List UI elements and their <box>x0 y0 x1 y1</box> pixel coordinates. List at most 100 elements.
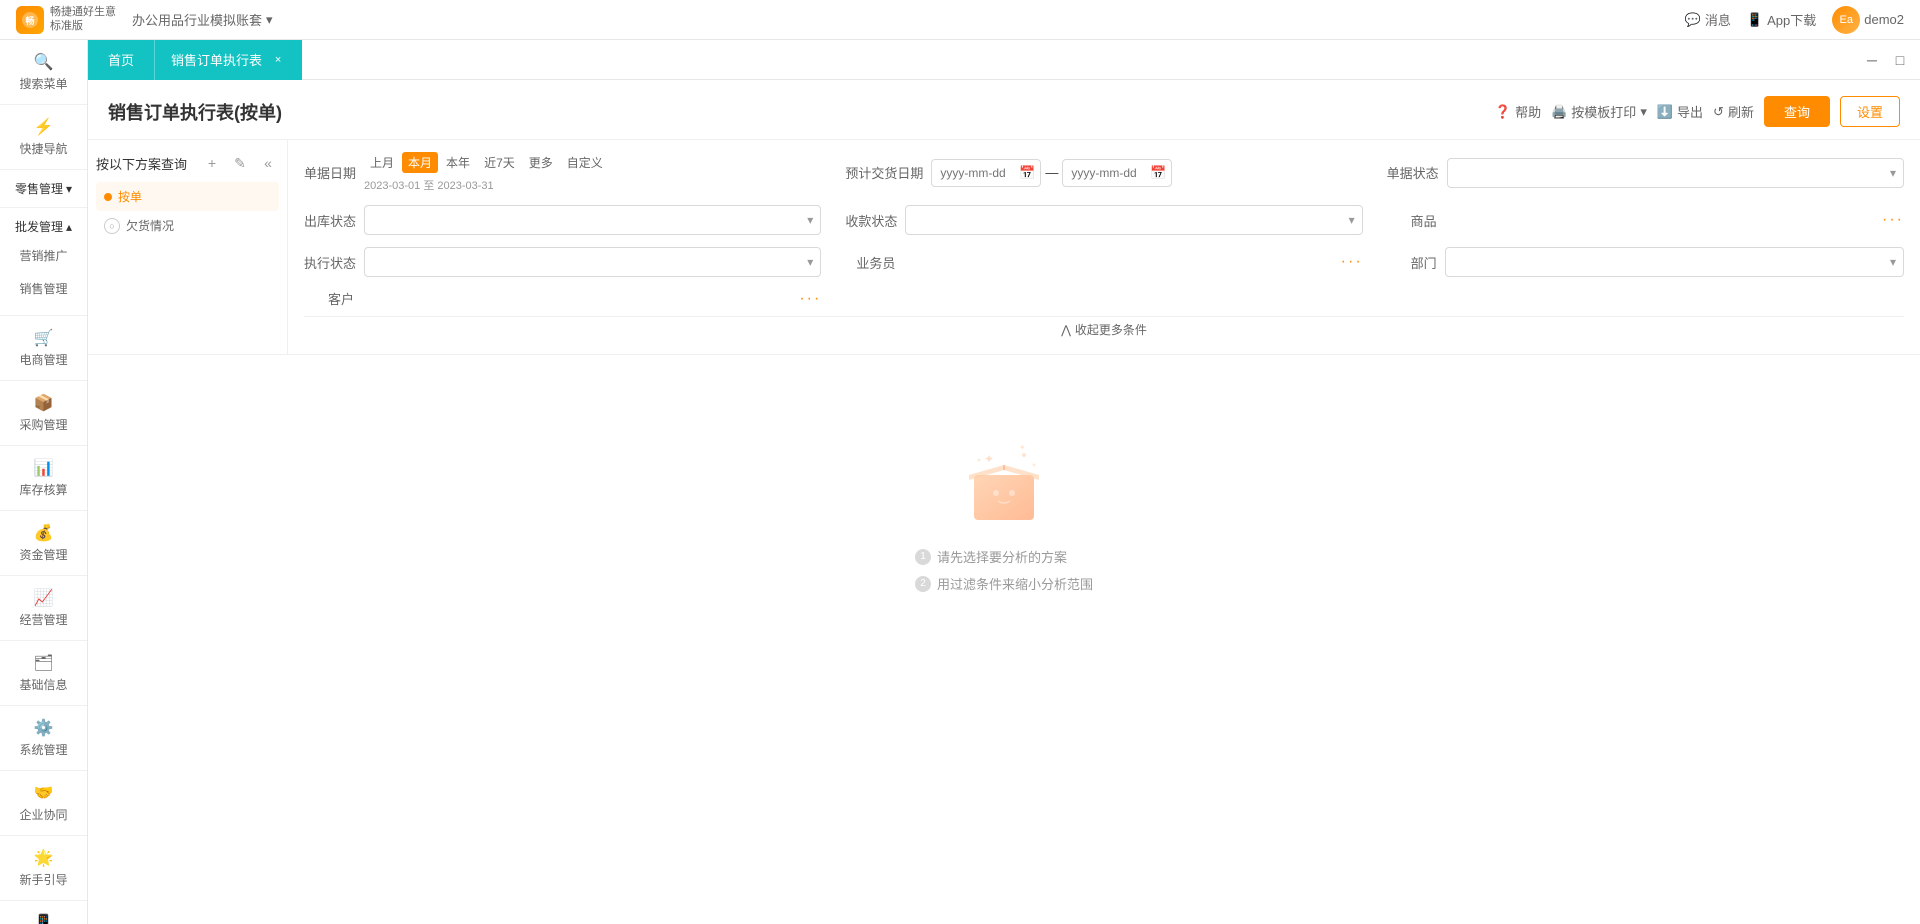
sidebar-item-newuser[interactable]: 🌟 新手引导 <box>0 836 87 901</box>
filter-add-button[interactable]: + <box>201 152 223 174</box>
salesman-label: 业务员 <box>845 253 895 272</box>
customer-more-button[interactable]: ··· <box>799 290 821 308</box>
chevron-down-icon: ▾ <box>66 182 72 196</box>
sidebar-item-inventory[interactable]: 📊 库存核算 <box>0 446 87 511</box>
date-end-wrap: 📅 <box>1062 159 1172 187</box>
date-start-input[interactable] <box>931 159 1041 187</box>
hint-num-2: 2 <box>915 576 931 592</box>
svg-text:✦: ✦ <box>1019 443 1026 452</box>
app-download-action[interactable]: 📱 App下载 <box>1747 10 1816 29</box>
appcenter-icon: 📱 <box>34 913 54 924</box>
svg-text:✦: ✦ <box>984 452 994 466</box>
dept-input[interactable] <box>1445 247 1904 277</box>
tab-bar-actions: ─ □ <box>1860 48 1920 72</box>
collapse-icon: ⋀ <box>1061 323 1071 337</box>
expected-date-label: 预计交货日期 <box>845 163 923 182</box>
help-action[interactable]: ❓ 帮助 <box>1495 102 1541 121</box>
user-avatar: Ea <box>1832 6 1860 34</box>
message-action[interactable]: 💬 消息 <box>1685 10 1731 29</box>
collection-input[interactable] <box>905 205 1362 235</box>
finance-icon: 💰 <box>34 523 54 543</box>
date-tab-7days[interactable]: 近7天 <box>478 152 521 173</box>
filter-date-row: 单据日期 上月 本月 本年 近7天 更多 自定义 <box>304 152 821 193</box>
sidebar-item-appcenter[interactable]: 📱 应用中心 <box>0 901 87 924</box>
empty-hint-2: 2 用过滤条件来缩小分析范围 <box>915 574 1093 593</box>
industry-dropdown[interactable]: 办公用品行业模拟账套 ▾ <box>124 6 281 33</box>
page-content: 销售订单执行表(按单) ❓ 帮助 🖨️ 按模板打印 ▾ ⬇️ <box>88 80 1920 924</box>
delivery-input[interactable] <box>364 205 821 235</box>
date-tab-custom[interactable]: 自定义 <box>561 152 609 173</box>
filter-option-by-order[interactable]: 按单 <box>96 182 279 211</box>
empty-hints: 1 请先选择要分析的方案 2 用过滤条件来缩小分析范围 <box>915 547 1093 593</box>
tab-home[interactable]: 首页 <box>88 40 154 80</box>
header-right: 💬 消息 📱 App下载 Ea demo2 <box>1685 6 1904 34</box>
maximize-icon: □ <box>1896 52 1904 68</box>
sidebar-sub-sales[interactable]: 销售管理 <box>15 272 71 305</box>
exec-input[interactable] <box>364 247 821 277</box>
bill-status-label: 单据状态 <box>1387 163 1439 182</box>
filter-panel: 按以下方案查询 + ✎ « <box>88 140 1920 355</box>
quicknav-icon: ⚡ <box>34 117 54 137</box>
filter-left-header: 按以下方案查询 + ✎ « <box>96 152 279 174</box>
sidebar-item-retail[interactable]: 零售管理 ▾ <box>0 170 87 208</box>
inventory-icon: 📊 <box>34 458 54 478</box>
sidebar-item-basic[interactable]: 🗂 基础信息 <box>0 641 87 706</box>
tab-active[interactable]: 销售订单执行表 × <box>154 40 302 80</box>
ecommerce-icon: 🛒 <box>34 328 54 348</box>
goods-more-button[interactable]: ··· <box>1882 211 1904 229</box>
exec-label: 执行状态 <box>304 253 356 272</box>
refresh-icon: ↺ <box>1713 104 1724 120</box>
collapse-filter-button[interactable]: ⋀ 收起更多条件 <box>304 316 1904 342</box>
date-tabs: 上月 本月 本年 近7天 更多 自定义 <box>364 152 821 173</box>
dept-label: 部门 <box>1387 253 1437 272</box>
message-icon: 💬 <box>1685 12 1701 28</box>
sidebar-item-cooperation[interactable]: 🤝 企业协同 <box>0 771 87 836</box>
sidebar-sub-marketing[interactable]: 营销推广 <box>15 239 71 272</box>
empty-hint-1: 1 请先选择要分析的方案 <box>915 547 1093 566</box>
date-tab-thisyear[interactable]: 本年 <box>440 152 476 173</box>
operation-icon: 📈 <box>34 588 54 608</box>
filter-edit-button[interactable]: ✎ <box>229 152 251 174</box>
sidebar-item-quicknav[interactable]: ⚡ 快捷导航 <box>0 105 87 170</box>
sidebar-item-system[interactable]: ⚙️ 系统管理 <box>0 706 87 771</box>
minimize-icon: ─ <box>1867 52 1877 68</box>
query-button[interactable]: 查询 <box>1764 96 1830 127</box>
chevron-up-icon: ▴ <box>66 220 72 234</box>
filter-left-panel: 按以下方案查询 + ✎ « <box>88 140 288 354</box>
filter-customer-row: 客户 ··· <box>304 289 821 308</box>
purchase-icon: 📦 <box>34 393 54 413</box>
sidebar-item-operation[interactable]: 📈 经营管理 <box>0 576 87 641</box>
date-tab-more[interactable]: 更多 <box>523 152 559 173</box>
date-tab-lastmonth[interactable]: 上月 <box>364 152 400 173</box>
date-range-inputs: 📅 — 📅 <box>931 159 1172 187</box>
filter-bill-status-row: 单据状态 ▾ <box>1387 152 1904 193</box>
sidebar-item-finance[interactable]: 💰 资金管理 <box>0 511 87 576</box>
settings-button[interactable]: 设置 <box>1840 96 1900 127</box>
tab-close-button[interactable]: × <box>270 52 286 68</box>
sidebar-item-search[interactable]: 🔍 搜索菜单 <box>0 40 87 105</box>
filter-goods-row: 商品 ··· <box>1387 205 1904 235</box>
print-icon: 🖨️ <box>1551 104 1567 120</box>
sidebar-item-purchase[interactable]: 📦 采购管理 <box>0 381 87 446</box>
newuser-icon: 🌟 <box>34 848 54 868</box>
salesman-more-button[interactable]: ··· <box>1341 253 1363 271</box>
sidebar-item-wholesale[interactable]: 批发管理 ▴ 营销推广 销售管理 <box>0 208 87 316</box>
date-range-display: 2023-03-01 至 2023-03-31 <box>364 177 821 193</box>
date-end-input[interactable] <box>1062 159 1172 187</box>
download-icon: 📱 <box>1747 12 1763 28</box>
filter-option-shortage[interactable]: ○ 欠货情况 <box>96 211 279 240</box>
bill-status-input[interactable] <box>1447 158 1904 188</box>
print-action[interactable]: 🖨️ 按模板打印 ▾ <box>1551 102 1647 121</box>
sidebar-item-ecommerce[interactable]: 🛒 电商管理 <box>0 316 87 381</box>
tab-maximize-button[interactable]: □ <box>1888 48 1912 72</box>
filter-expected-date-row: 预计交货日期 📅 — 📅 <box>845 152 1362 193</box>
tab-minimize-button[interactable]: ─ <box>1860 48 1884 72</box>
refresh-action[interactable]: ↺ 刷新 <box>1713 102 1754 121</box>
page-actions: ❓ 帮助 🖨️ 按模板打印 ▾ ⬇️ 导出 ↺ <box>1495 96 1900 127</box>
filter-right-panel: 单据日期 上月 本月 本年 近7天 更多 自定义 <box>288 140 1920 354</box>
user-area[interactable]: Ea demo2 <box>1832 6 1904 34</box>
filter-collapse-button[interactable]: « <box>257 152 279 174</box>
date-tab-thismonth[interactable]: 本月 <box>402 152 438 173</box>
date-label: 单据日期 <box>304 163 356 182</box>
export-action[interactable]: ⬇️ 导出 <box>1657 102 1703 121</box>
